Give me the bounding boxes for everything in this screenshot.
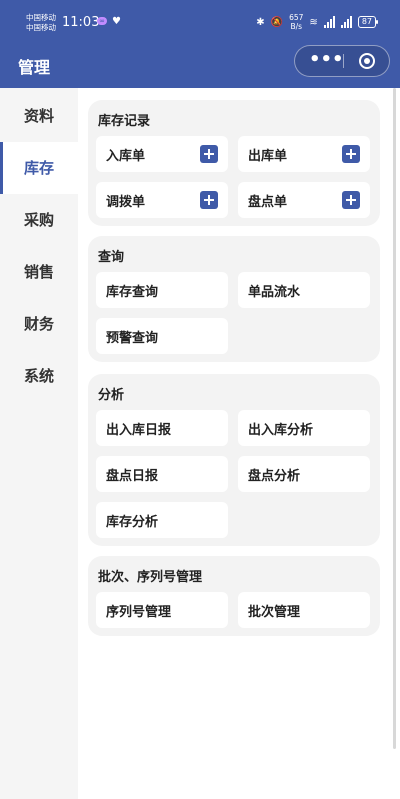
carrier-1: 中国移动 — [26, 13, 56, 22]
tile-inbound-order[interactable]: 入库单 — [96, 136, 228, 172]
tile-transfer-order[interactable]: 调拨单 — [96, 182, 228, 218]
tile-outbound-order[interactable]: 出库单 — [238, 136, 370, 172]
section-batch-serial: 批次、序列号管理 序列号管理 批次管理 — [88, 556, 380, 636]
status-icons: ✱ 🔕 657 B/s ≋ 87 — [256, 13, 379, 31]
wifi-icon: ≋ — [309, 16, 318, 28]
heart-icon: ♥ — [112, 16, 121, 27]
sidebar-item-xitong[interactable]: 系统 — [0, 350, 78, 402]
tile-label: 盘点单 — [248, 195, 288, 210]
tile-stocktake-order[interactable]: 盘点单 — [238, 182, 370, 218]
tile-inventory-analysis[interactable]: 库存分析 — [96, 502, 228, 538]
bluetooth-icon: ✱ — [256, 16, 265, 28]
section-title: 库存记录 — [98, 114, 151, 129]
tile-inventory-query[interactable]: 库存查询 — [96, 272, 228, 308]
status-bar: 中国移动 中国移动 11:03 ∞ ♥ ✱ 🔕 657 B/s ≋ 87 — [0, 0, 400, 44]
plus-icon[interactable] — [200, 145, 218, 163]
sidebar-item-caigou[interactable]: 采购 — [0, 194, 78, 246]
sidebar-item-xiaoshou[interactable]: 销售 — [0, 246, 78, 298]
tile-label: 序列号管理 — [106, 605, 172, 620]
tile-label: 调拨单 — [106, 195, 146, 210]
section-analysis: 分析 出入库日报 出入库分析 盘点日报 盘点分析 库存分析 — [88, 374, 380, 546]
section-query: 查询 库存查询 单品流水 预警查询 — [88, 236, 380, 362]
status-time: 11:03 — [62, 15, 100, 30]
plus-icon[interactable] — [200, 191, 218, 209]
sidebar-item-caiwu[interactable]: 财务 — [0, 298, 78, 350]
tile-batch-management[interactable]: 批次管理 — [238, 592, 370, 628]
battery-indicator: 87 — [357, 16, 379, 28]
infinity-icon: ∞ — [97, 17, 107, 25]
nav-bar: 管理 ••• — [0, 44, 400, 88]
sidebar-item-kucun[interactable]: 库存 — [0, 142, 78, 194]
plus-icon[interactable] — [342, 145, 360, 163]
page-title: 管理 — [18, 58, 51, 77]
mute-bell-icon: 🔕 — [270, 16, 284, 28]
section-inventory-records: 库存记录 入库单 出库单 调拨单 盘点单 — [88, 100, 380, 226]
tile-serial-management[interactable]: 序列号管理 — [96, 592, 228, 628]
capsule-divider — [343, 54, 344, 68]
tile-label: 盘点日报 — [106, 469, 159, 484]
tile-io-analysis[interactable]: 出入库分析 — [238, 410, 370, 446]
sidebar: 资料 库存 采购 销售 财务 系统 — [0, 88, 78, 799]
plus-icon[interactable] — [342, 191, 360, 209]
tile-stocktake-analysis[interactable]: 盘点分析 — [238, 456, 370, 492]
main-content: 库存记录 入库单 出库单 调拨单 盘点单 查询 库存查询 单品流水 预警查询 分… — [78, 88, 400, 799]
section-title: 查询 — [98, 250, 125, 265]
tile-stocktake-daily[interactable]: 盘点日报 — [96, 456, 228, 492]
tile-item-flow[interactable]: 单品流水 — [238, 272, 370, 308]
mini-program-capsule: ••• — [294, 45, 390, 77]
section-title: 分析 — [98, 388, 125, 403]
more-icon[interactable]: ••• — [309, 46, 344, 76]
tile-label: 出入库分析 — [248, 423, 314, 438]
section-title: 批次、序列号管理 — [98, 570, 203, 585]
tile-alert-query[interactable]: 预警查询 — [96, 318, 228, 354]
net-speed: 657 B/s — [289, 13, 303, 31]
tile-label: 出库单 — [248, 149, 288, 164]
carrier-info: 中国移动 中国移动 — [26, 13, 56, 33]
tile-label: 单品流水 — [248, 285, 301, 300]
scrollbar[interactable] — [393, 88, 396, 749]
signal-icon-2 — [340, 16, 352, 28]
tile-label: 盘点分析 — [248, 469, 301, 484]
tile-label: 预警查询 — [106, 331, 159, 346]
close-target-icon[interactable] — [359, 53, 375, 69]
net-speed-unit: B/s — [290, 22, 303, 31]
signal-icon — [323, 16, 335, 28]
carrier-2: 中国移动 — [26, 23, 56, 32]
tile-label: 出入库日报 — [106, 423, 172, 438]
tile-label: 入库单 — [106, 149, 146, 164]
sidebar-item-ziliao[interactable]: 资料 — [0, 90, 78, 142]
tile-label: 批次管理 — [248, 605, 301, 620]
net-speed-value: 657 — [289, 13, 304, 22]
tile-label: 库存查询 — [106, 285, 159, 300]
tile-io-daily-report[interactable]: 出入库日报 — [96, 410, 228, 446]
tile-label: 库存分析 — [106, 515, 159, 530]
